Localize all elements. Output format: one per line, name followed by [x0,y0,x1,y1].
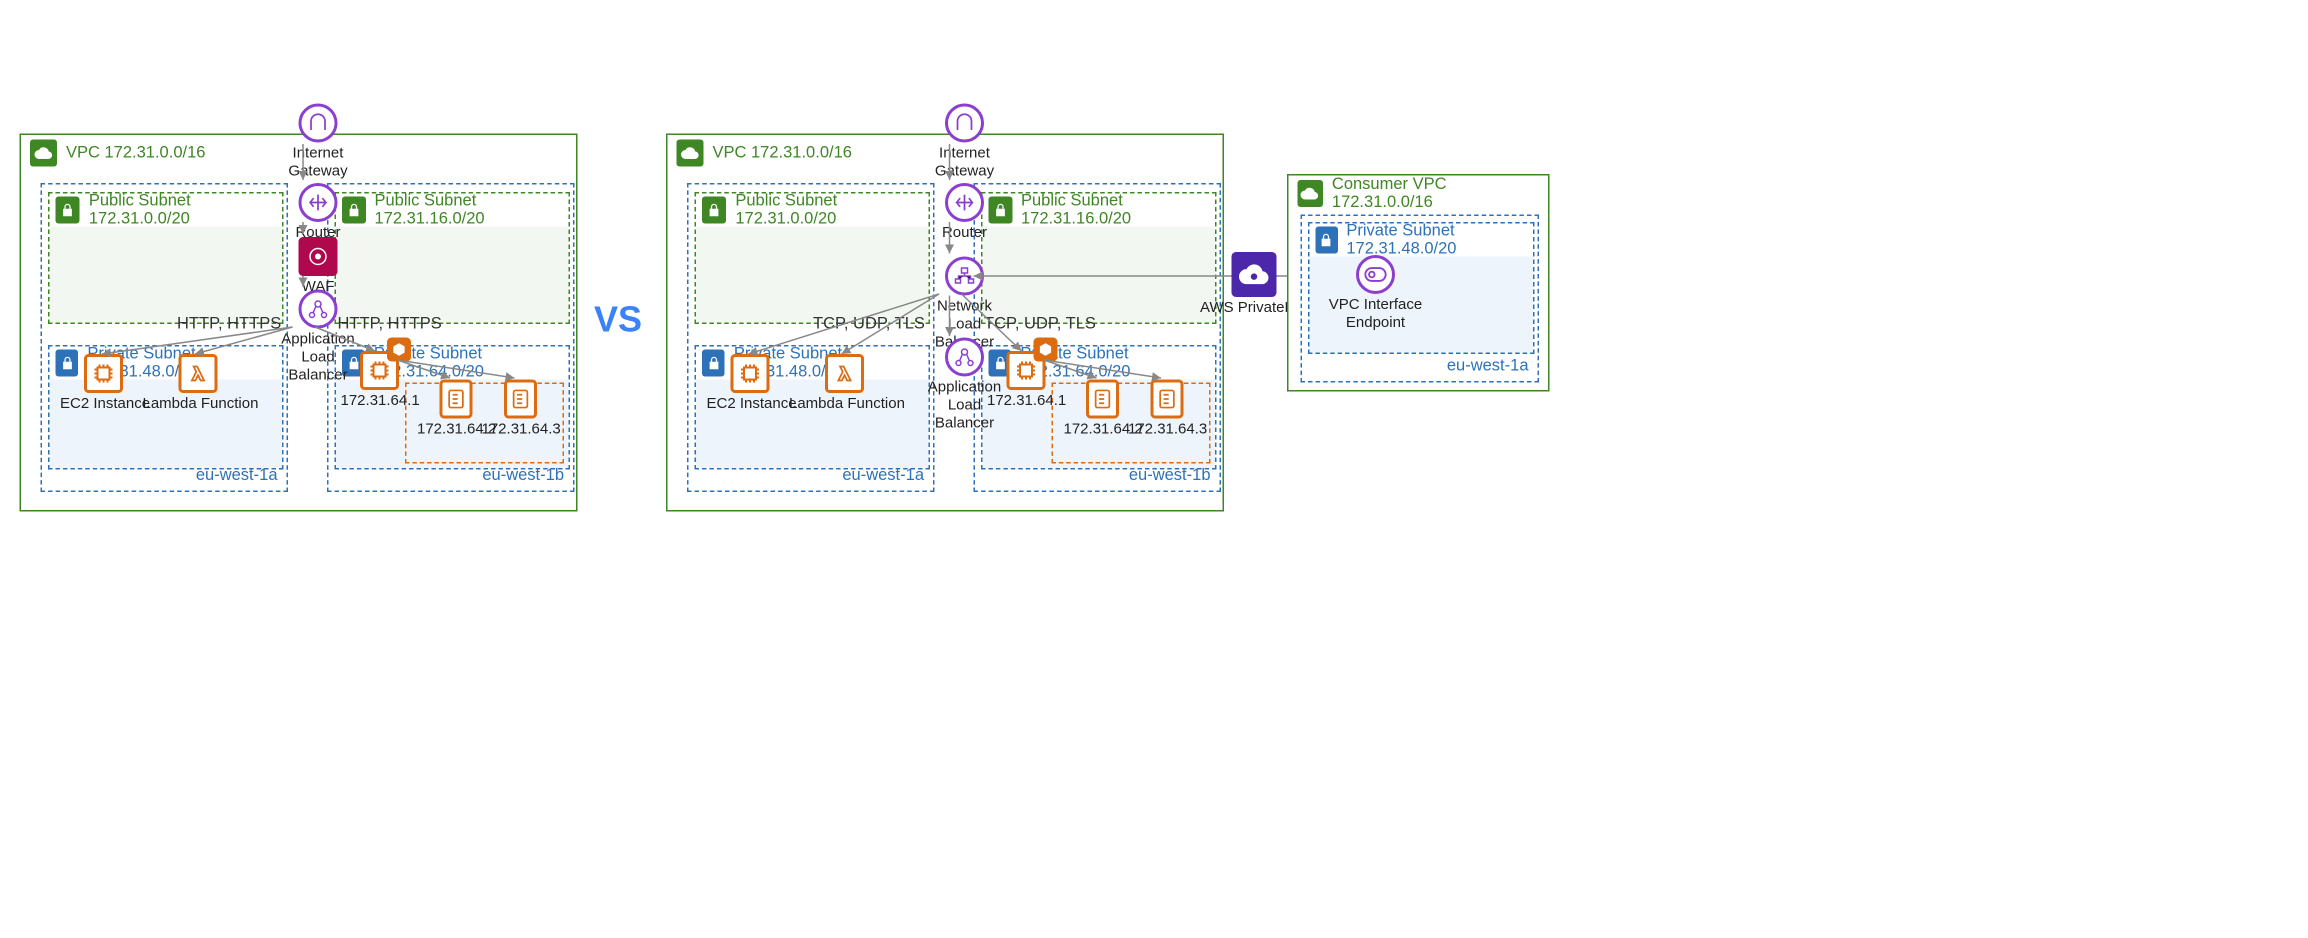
waf-icon [299,237,338,276]
right-public-subnet-a: Public Subnet 172.31.0.0/20 [695,192,931,324]
vpc-header-left: VPC 172.31.0.0/16 [21,135,214,171]
ip-label: 172.31.64.3 [482,422,560,440]
right-ec2: EC2 Instance [707,354,794,414]
server-icon [504,380,537,419]
server-icon [1086,380,1119,419]
server-icon [1151,380,1184,419]
lambda-icon [825,354,864,393]
lock-icon [56,197,80,224]
right-igw: Internet Gateway [930,104,999,182]
vpc-header-consumer: Consumer VPC 172.31.0.0/16 [1289,176,1549,212]
subnet-header: Public Subnet 172.31.0.0/20 [696,194,929,227]
cloud-icon [677,140,704,167]
ecs-icon [1034,338,1058,362]
igw-label: Internet Gateway [930,146,999,182]
load-balancer-icon [299,290,338,329]
lambda-label: Lambda Function [789,396,900,414]
subnet-label: Private Subnet 172.31.48.0/20 [1346,222,1527,258]
subnet-header: Public Subnet 172.31.16.0/20 [983,194,1216,227]
vpc-label: VPC 172.31.0.0/16 [713,144,852,162]
right-protocol-a: TCP, UDP, TLS [813,315,925,333]
lock-icon [702,197,726,224]
lock-icon [1316,227,1338,254]
az-label: eu-west-1a [1447,357,1529,375]
left-az-b: Public Subnet 172.31.16.0/20 Private Sub… [327,183,575,492]
left-protocol-b: HTTP, HTTPS [338,315,442,333]
left-public-subnet-b: Public Subnet 172.31.16.0/20 [335,192,571,324]
cloud-icon [1298,180,1323,207]
subnet-header: Public Subnet 172.31.16.0/20 [336,194,569,227]
ec2-label: EC2 Instance [60,396,147,414]
lambda-label: Lambda Function [143,396,254,414]
load-balancer-icon [945,338,984,377]
vpc-label: Consumer VPC 172.31.0.0/16 [1332,176,1539,212]
subnet-header: Private Subnet 172.31.48.0/20 [1310,224,1534,257]
left-az-a: Public Subnet 172.31.0.0/20 Private Subn… [41,183,289,492]
az-label: eu-west-1a [196,467,278,485]
right-public-subnet-b: Public Subnet 172.31.16.0/20 [981,192,1217,324]
router-icon [945,183,984,222]
cloud-icon [30,140,57,167]
left-ecs-badge [384,338,414,362]
az-label: eu-west-1a [842,467,924,485]
subnet-label: Public Subnet 172.31.16.0/20 [1021,192,1209,228]
left-waf: WAF [284,237,353,297]
router-icon [299,183,338,222]
az-label: eu-west-1b [482,467,564,485]
lambda-icon [179,354,218,393]
az-label: eu-west-1b [1129,467,1211,485]
ip-label: 172.31.64.1 [341,393,419,411]
right-lambda: Lambda Function [789,354,900,414]
gateway-icon [299,104,338,143]
vpc-endpoint: VPC Interface Endpoint [1328,255,1424,333]
subnet-label: Public Subnet 172.31.0.0/20 [89,192,276,228]
server-icon [440,380,473,419]
ecs-icon [387,338,411,362]
ec2-label: EC2 Instance [707,396,794,414]
right-router: Router [930,183,999,243]
vs-label: VS [594,300,642,342]
left-ec2: EC2 Instance [60,354,147,414]
left-target-ip3: 172.31.64.3 [482,380,560,440]
subnet-label: Public Subnet 172.31.0.0/20 [735,192,922,228]
vpc-header-right: VPC 172.31.0.0/16 [668,135,861,171]
router-label: Router [930,225,999,243]
network-load-balancer-icon [945,257,984,296]
left-lambda: Lambda Function [143,354,254,414]
left-public-subnet-a: Public Subnet 172.31.0.0/20 [48,192,284,324]
left-igw: Internet Gateway [284,104,353,182]
privatelink-icon [1232,252,1277,297]
right-ecs-badge [1031,338,1061,362]
ec2-icon [731,354,770,393]
endpoint-label: VPC Interface Endpoint [1328,297,1424,333]
ip-label: 172.31.64.1 [987,393,1065,411]
endpoint-icon [1356,255,1395,294]
igw-label: Internet Gateway [284,146,353,182]
left-router: Router [284,183,353,243]
left-protocol-a: HTTP, HTTPS [177,315,281,333]
right-az-a: Public Subnet 172.31.0.0/20 Private Subn… [687,183,935,492]
right-protocol-b: TCP, UDP, TLS [984,315,1096,333]
subnet-header: Public Subnet 172.31.0.0/20 [50,194,283,227]
vpc-label: VPC 172.31.0.0/16 [66,144,205,162]
ip-label: 172.31.64.3 [1128,422,1206,440]
ec2-icon [84,354,123,393]
gateway-icon [945,104,984,143]
subnet-label: Public Subnet 172.31.16.0/20 [374,192,562,228]
right-target-ip3: 172.31.64.3 [1128,380,1206,440]
